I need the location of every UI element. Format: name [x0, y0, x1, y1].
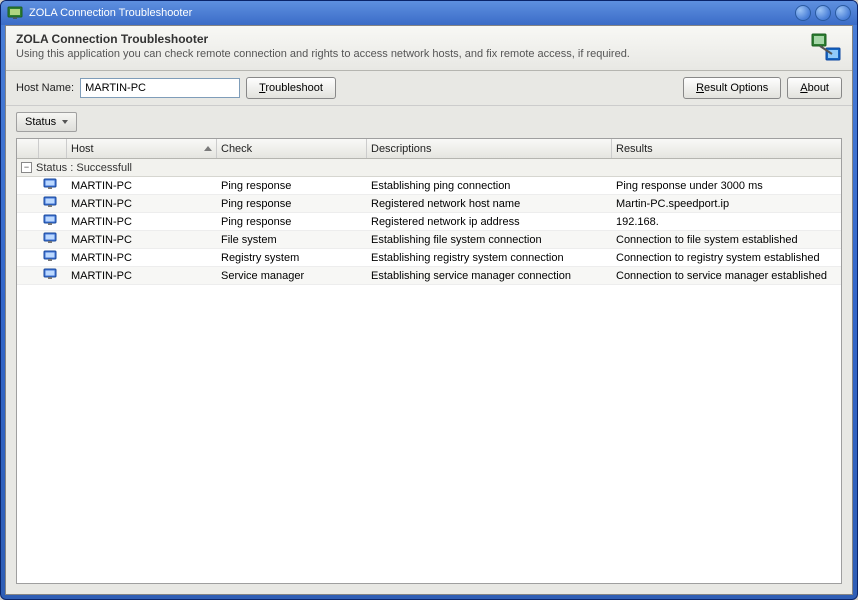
description-cell: Establishing ping connection: [367, 177, 612, 194]
computer-icon: [43, 214, 57, 229]
result-cell: Martin-PC.speedport.ip: [612, 195, 841, 212]
check-cell: Service manager: [217, 267, 367, 284]
column-host[interactable]: Host: [67, 139, 217, 158]
row-gutter: [17, 177, 39, 194]
titlebar[interactable]: ZOLA Connection Troubleshooter: [1, 1, 857, 25]
check-cell: Ping response: [217, 195, 367, 212]
maximize-button[interactable]: [815, 5, 831, 21]
troubleshoot-button[interactable]: Troubleshoot: [246, 77, 336, 99]
row-gutter: [17, 195, 39, 212]
computer-icon: [43, 268, 57, 283]
result-cell: Ping response under 3000 ms: [612, 177, 841, 194]
column-results[interactable]: Results: [612, 139, 841, 158]
check-cell: File system: [217, 231, 367, 248]
group-by-row: Status: [6, 106, 852, 138]
result-cell: Connection to service manager establishe…: [612, 267, 841, 284]
page-title: ZOLA Connection Troubleshooter: [16, 32, 802, 46]
window-controls: [795, 5, 851, 21]
row-gutter: [17, 231, 39, 248]
hostname-label: Host Name:: [16, 82, 74, 94]
troubleshoot-label-rest: roubleshoot: [265, 82, 323, 94]
column-check[interactable]: Check: [217, 139, 367, 158]
description-cell: Registered network ip address: [367, 213, 612, 230]
computer-icon: [43, 250, 57, 265]
collapse-icon[interactable]: −: [21, 162, 32, 173]
check-cell: Registry system: [217, 249, 367, 266]
row-icon-cell: [39, 267, 67, 284]
client-area: ZOLA Connection Troubleshooter Using thi…: [5, 25, 853, 595]
check-cell: Ping response: [217, 213, 367, 230]
row-gutter: [17, 213, 39, 230]
table-row[interactable]: MARTIN-PCPing responseEstablishing ping …: [17, 177, 841, 195]
description-cell: Establishing file system connection: [367, 231, 612, 248]
host-cell: MARTIN-PC: [67, 213, 217, 230]
group-header-label: Status : Successfull: [36, 162, 132, 174]
table-row[interactable]: MARTIN-PCPing responseRegistered network…: [17, 195, 841, 213]
grid-header: Host Check Descriptions Results: [17, 139, 841, 159]
about-label-rest: bout: [808, 82, 829, 94]
computer-icon: [43, 232, 57, 247]
status-group-label: Status: [25, 116, 56, 128]
result-cell: Connection to registry system establishe…: [612, 249, 841, 266]
row-icon-cell: [39, 177, 67, 194]
window-title: ZOLA Connection Troubleshooter: [29, 7, 795, 19]
status-group-button[interactable]: Status: [16, 112, 77, 132]
row-icon-cell: [39, 231, 67, 248]
app-icon: [7, 5, 23, 21]
table-row[interactable]: MARTIN-PCRegistry systemEstablishing reg…: [17, 249, 841, 267]
hostname-input[interactable]: [80, 78, 240, 98]
result-options-label-rest: esult Options: [704, 82, 768, 94]
host-cell: MARTIN-PC: [67, 249, 217, 266]
result-options-button[interactable]: Result Options: [683, 77, 781, 99]
close-button[interactable]: [835, 5, 851, 21]
row-gutter: [17, 249, 39, 266]
host-cell: MARTIN-PC: [67, 231, 217, 248]
page-subtitle: Using this application you can check rem…: [16, 48, 802, 60]
row-icon-cell: [39, 249, 67, 266]
result-cell: Connection to file system established: [612, 231, 841, 248]
check-cell: Ping response: [217, 177, 367, 194]
result-cell: 192.168.: [612, 213, 841, 230]
description-cell: Establishing service manager connection: [367, 267, 612, 284]
computer-icon: [43, 178, 57, 193]
results-grid: Host Check Descriptions Results − Status…: [16, 138, 842, 584]
toolbar: Host Name: Troubleshoot Result Options A…: [6, 71, 852, 106]
row-gutter: [17, 267, 39, 284]
app-window: ZOLA Connection Troubleshooter ZOLA Conn…: [0, 0, 858, 600]
header-band: ZOLA Connection Troubleshooter Using thi…: [6, 26, 852, 71]
grid-body[interactable]: MARTIN-PCPing responseEstablishing ping …: [17, 177, 841, 583]
row-icon-cell: [39, 213, 67, 230]
table-row[interactable]: MARTIN-PCFile systemEstablishing file sy…: [17, 231, 841, 249]
column-expander[interactable]: [39, 139, 67, 158]
host-cell: MARTIN-PC: [67, 177, 217, 194]
table-row[interactable]: MARTIN-PCPing responseRegistered network…: [17, 213, 841, 231]
table-row[interactable]: MARTIN-PCService managerEstablishing ser…: [17, 267, 841, 285]
description-cell: Registered network host name: [367, 195, 612, 212]
computer-icon: [43, 196, 57, 211]
about-button[interactable]: About: [787, 77, 842, 99]
sort-ascending-icon: [204, 146, 212, 151]
row-icon-cell: [39, 195, 67, 212]
minimize-button[interactable]: [795, 5, 811, 21]
column-gutter[interactable]: [17, 139, 39, 158]
column-descriptions[interactable]: Descriptions: [367, 139, 612, 158]
host-cell: MARTIN-PC: [67, 267, 217, 284]
chevron-down-icon: [62, 120, 68, 124]
group-header-row[interactable]: − Status : Successfull: [17, 159, 841, 177]
network-icon: [810, 32, 842, 64]
host-cell: MARTIN-PC: [67, 195, 217, 212]
description-cell: Establishing registry system connection: [367, 249, 612, 266]
